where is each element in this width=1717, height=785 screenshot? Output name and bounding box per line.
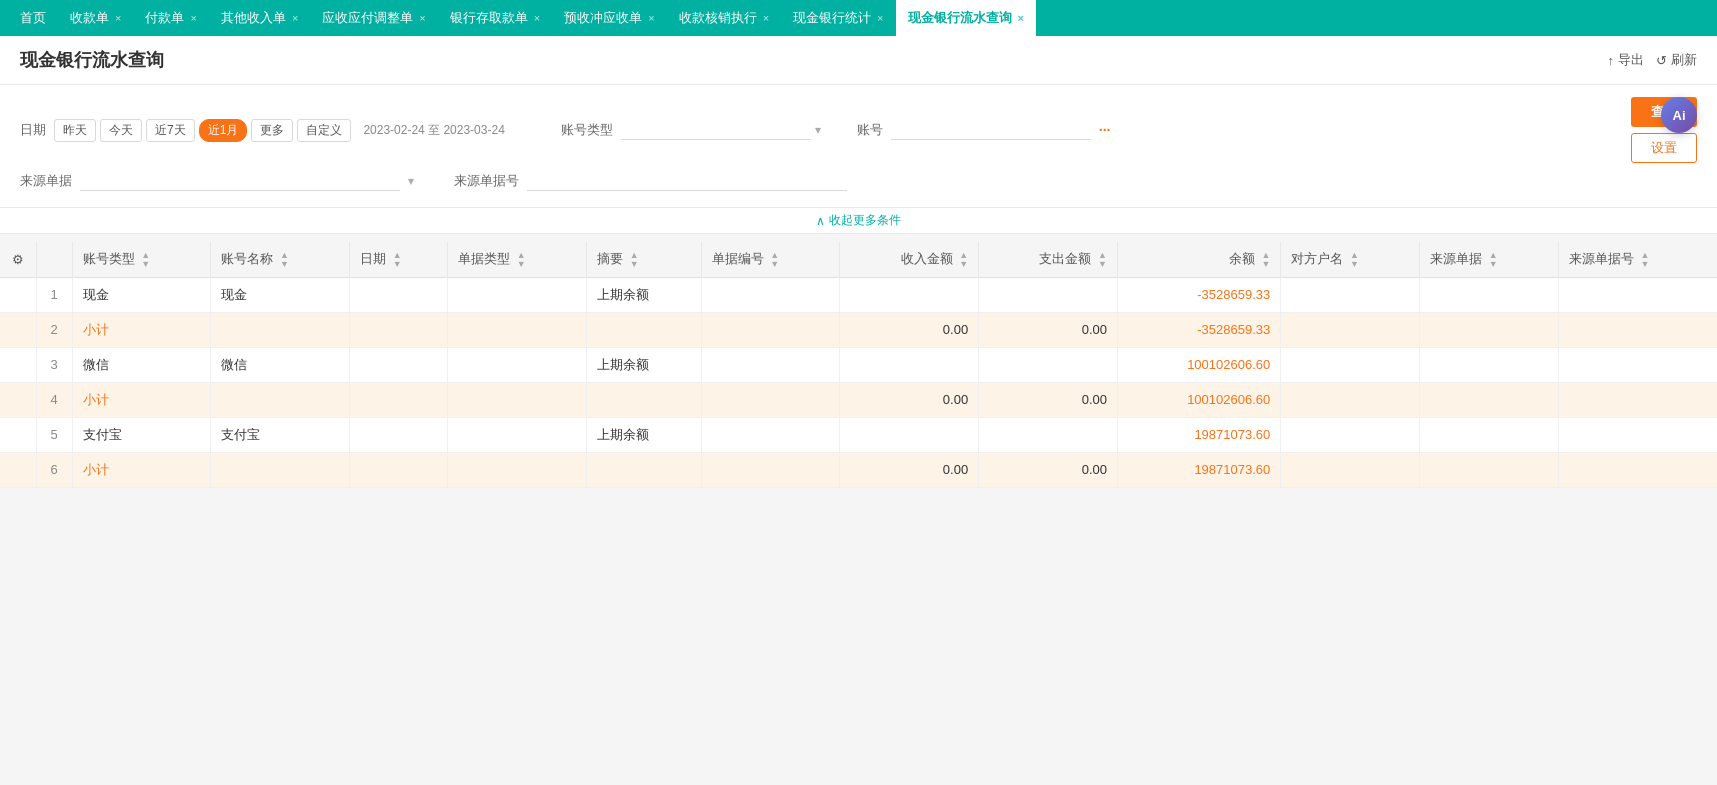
close-tab-0-icon[interactable]: × — [115, 0, 121, 36]
account-label: 账号 — [857, 121, 883, 139]
header-actions: ↑ 导出 ↺ 刷新 — [1608, 51, 1698, 69]
page-header: 现金银行流水查询 ↑ 导出 ↺ 刷新 — [0, 36, 1717, 85]
th-doc-no[interactable]: 单据编号 ▲▼ — [701, 242, 840, 277]
ai-badge[interactable]: Ai — [1661, 97, 1697, 133]
th-summary[interactable]: 摘要 ▲▼ — [587, 242, 701, 277]
th-balance[interactable]: 余额 ▲▼ — [1117, 242, 1280, 277]
nav-tab-0[interactable]: 收款单 × — [58, 0, 133, 36]
filter-row-1: 日期 昨天 今天 近7天 近1月 更多 自定义 2023-02-24 至 202… — [20, 97, 1697, 163]
th-doc-type[interactable]: 单据类型 ▲▼ — [448, 242, 587, 277]
th-num — [36, 242, 72, 277]
th-counterpart[interactable]: 对方户名 ▲▼ — [1281, 242, 1420, 277]
data-table: ⚙ 账号类型 ▲▼ 账号名称 ▲▼ 日期 ▲▼ 单据类型 ▲▼ 摘要 ▲▼ 单据… — [0, 242, 1717, 488]
close-tab-7-icon[interactable]: × — [877, 0, 883, 36]
close-tab-1-icon[interactable]: × — [190, 0, 196, 36]
date-label: 日期 — [20, 121, 46, 139]
source-doc-label: 来源单据 — [20, 172, 72, 190]
source-doc-no-label: 来源单据号 — [454, 172, 519, 190]
date-btn-more[interactable]: 更多 — [251, 119, 293, 142]
table-row: 4小计0.000.00100102606.60 — [0, 382, 1717, 417]
close-tab-4-icon[interactable]: × — [534, 0, 540, 36]
th-account-name[interactable]: 账号名称 ▲▼ — [211, 242, 350, 277]
source-doc-dropdown-icon[interactable]: ▾ — [408, 174, 414, 188]
th-source-doc-no[interactable]: 来源单据号 ▲▼ — [1558, 242, 1717, 277]
date-btn-custom[interactable]: 自定义 — [297, 119, 351, 142]
account-input[interactable] — [891, 120, 1091, 140]
account-type-filter-group: 账号类型 ▾ — [561, 120, 821, 140]
table-body: 1现金现金上期余额-3528659.332小计0.000.00-3528659.… — [0, 277, 1717, 487]
filter-area: 日期 昨天 今天 近7天 近1月 更多 自定义 2023-02-24 至 202… — [0, 85, 1717, 208]
top-navigation: 首页 收款单 × 付款单 × 其他收入单 × 应收应付调整单 × 银行存取款单 … — [0, 0, 1717, 36]
th-date[interactable]: 日期 ▲▼ — [350, 242, 448, 277]
close-tab-2-icon[interactable]: × — [292, 0, 298, 36]
table-row: 6小计0.000.0019871073.60 — [0, 452, 1717, 487]
nav-tab-6[interactable]: 收款核销执行 × — [667, 0, 781, 36]
table-header-row: ⚙ 账号类型 ▲▼ 账号名称 ▲▼ 日期 ▲▼ 单据类型 ▲▼ 摘要 ▲▼ 单据… — [0, 242, 1717, 277]
date-btn-1month[interactable]: 近1月 — [199, 119, 248, 142]
nav-tab-3[interactable]: 应收应付调整单 × — [310, 0, 437, 36]
close-tab-3-icon[interactable]: × — [419, 0, 425, 36]
filter-row-2: 来源单据 ▾ 来源单据号 — [20, 171, 1697, 191]
page-title: 现金银行流水查询 — [20, 48, 164, 72]
close-tab-5-icon[interactable]: × — [648, 0, 654, 36]
account-type-dropdown-icon[interactable]: ▾ — [815, 123, 821, 137]
account-type-label: 账号类型 — [561, 121, 613, 139]
table-container: ⚙ 账号类型 ▲▼ 账号名称 ▲▼ 日期 ▲▼ 单据类型 ▲▼ 摘要 ▲▼ 单据… — [0, 242, 1717, 488]
date-btn-today[interactable]: 今天 — [100, 119, 142, 142]
account-type-select[interactable] — [621, 120, 811, 140]
th-gear[interactable]: ⚙ — [0, 242, 36, 277]
th-expense[interactable]: 支出金额 ▲▼ — [979, 242, 1118, 277]
table-row: 2小计0.000.00-3528659.33 — [0, 312, 1717, 347]
account-field-wrapper: ··· — [891, 120, 1111, 140]
th-income[interactable]: 收入金额 ▲▼ — [840, 242, 979, 277]
close-tab-8-icon[interactable]: × — [1018, 0, 1024, 36]
source-doc-filter-group: 来源单据 ▾ — [20, 171, 414, 191]
nav-tab-8[interactable]: 现金银行流水查询 × — [896, 0, 1036, 36]
th-source-doc[interactable]: 来源单据 ▲▼ — [1420, 242, 1559, 277]
collapse-bar[interactable]: ∧ 收起更多条件 — [0, 208, 1717, 234]
nav-home[interactable]: 首页 — [8, 0, 58, 36]
source-doc-no-filter-group: 来源单据号 — [454, 171, 847, 191]
settings-button[interactable]: 设置 — [1631, 133, 1697, 163]
refresh-button[interactable]: ↺ 刷新 — [1656, 51, 1697, 69]
export-button[interactable]: ↑ 导出 — [1608, 51, 1645, 69]
th-account-type[interactable]: 账号类型 ▲▼ — [72, 242, 211, 277]
source-doc-no-input[interactable] — [527, 171, 847, 191]
account-dots-button[interactable]: ··· — [1099, 122, 1111, 138]
refresh-icon: ↺ — [1656, 53, 1667, 68]
account-filter-group: 账号 ··· — [857, 120, 1111, 140]
date-btn-yesterday[interactable]: 昨天 — [54, 119, 96, 142]
nav-tab-4[interactable]: 银行存取款单 × — [438, 0, 552, 36]
nav-tab-1[interactable]: 付款单 × — [133, 0, 208, 36]
nav-tab-7[interactable]: 现金银行统计 × — [781, 0, 895, 36]
source-doc-select[interactable] — [80, 171, 400, 191]
nav-tab-5[interactable]: 预收冲应收单 × — [552, 0, 666, 36]
table-row: 1现金现金上期余额-3528659.33 — [0, 277, 1717, 312]
account-type-select-wrapper: ▾ — [621, 120, 821, 140]
table-row: 5支付宝支付宝上期余额19871073.60 — [0, 417, 1717, 452]
nav-tab-2[interactable]: 其他收入单 × — [209, 0, 310, 36]
table-row: 3微信微信上期余额100102606.60 — [0, 347, 1717, 382]
collapse-label: 收起更多条件 — [829, 212, 901, 229]
export-icon: ↑ — [1608, 53, 1615, 68]
date-btn-7days[interactable]: 近7天 — [146, 119, 195, 142]
collapse-up-icon: ∧ — [816, 214, 825, 228]
date-filter-group: 日期 昨天 今天 近7天 近1月 更多 自定义 2023-02-24 至 202… — [20, 119, 505, 142]
date-buttons: 昨天 今天 近7天 近1月 更多 自定义 — [54, 119, 351, 142]
date-range-text: 2023-02-24 至 2023-03-24 — [363, 122, 504, 139]
close-tab-6-icon[interactable]: × — [763, 0, 769, 36]
